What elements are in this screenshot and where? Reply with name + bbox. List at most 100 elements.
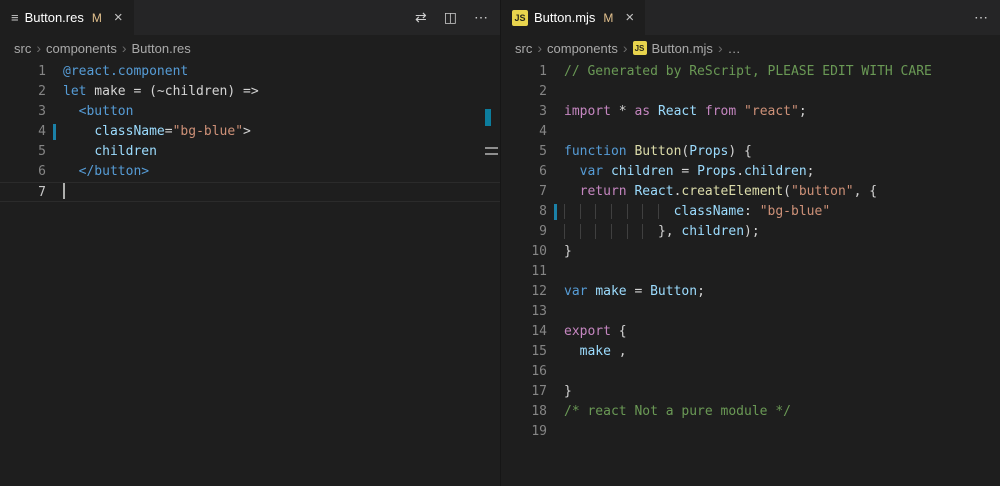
indent-guide (642, 224, 658, 239)
line-number[interactable]: 13 (501, 302, 547, 322)
indent-guide (564, 224, 580, 239)
breadcrumb-separator: › (718, 40, 723, 56)
line-number[interactable]: 16 (501, 362, 547, 382)
indent-guide (611, 224, 627, 239)
line-number[interactable]: 1 (0, 62, 46, 82)
code-line[interactable]: 13 (501, 302, 1000, 322)
breadcrumb-item[interactable]: src (14, 41, 31, 56)
close-icon[interactable]: × (114, 9, 123, 26)
code-line[interactable]: 19 (501, 422, 1000, 442)
line-number[interactable]: 17 (501, 382, 547, 402)
code-text: } (564, 242, 572, 262)
line-number[interactable]: 2 (501, 82, 547, 102)
code-line[interactable]: 7 (0, 182, 500, 202)
code-text: className: "bg-blue" (564, 202, 830, 222)
code-line[interactable]: 3import * as React from "react"; (501, 102, 1000, 122)
code-line[interactable]: 3 <button (0, 102, 500, 122)
editor-group-left: ≡ Button.res M × ⇄ ◫ ⋯ src›components›Bu… (0, 0, 500, 486)
tab-button-mjs[interactable]: JS Button.mjs M × (501, 0, 645, 35)
line-number[interactable]: 1 (501, 62, 547, 82)
breadcrumb-separator: › (623, 40, 628, 56)
code-line[interactable]: 15 make , (501, 342, 1000, 362)
tabbar-left: ≡ Button.res M × ⇄ ◫ ⋯ (0, 0, 500, 35)
line-number[interactable]: 6 (501, 162, 547, 182)
breadcrumb-item[interactable]: components (46, 41, 117, 56)
line-number[interactable]: 4 (501, 122, 547, 142)
line-number[interactable]: 5 (501, 142, 547, 162)
breadcrumb-item[interactable]: Button.mjs (652, 41, 713, 56)
line-number[interactable]: 2 (0, 82, 46, 102)
code-text: make , (564, 342, 627, 362)
editor-actions-left: ⇄ ◫ ⋯ (415, 0, 488, 35)
code-text: </button> (63, 162, 149, 182)
breadcrumb-separator: › (537, 40, 542, 56)
line-number[interactable]: 7 (0, 183, 46, 201)
code-line[interactable]: 5 children (0, 142, 500, 162)
code-line[interactable]: 17} (501, 382, 1000, 402)
breadcrumb-item[interactable]: … (728, 41, 741, 56)
line-number[interactable]: 11 (501, 262, 547, 282)
overview-ruler-mark (485, 147, 498, 149)
line-number[interactable]: 7 (501, 182, 547, 202)
split-editor-icon[interactable]: ◫ (444, 9, 457, 26)
code-line[interactable]: 7 return React.createElement("button", { (501, 182, 1000, 202)
git-modified-badge: M (603, 11, 613, 25)
code-line[interactable]: 2 (501, 82, 1000, 102)
close-icon[interactable]: × (625, 9, 634, 26)
breadcrumb-item[interactable]: Button.res (132, 41, 191, 56)
line-number[interactable]: 15 (501, 342, 547, 362)
code-line[interactable]: 4 className="bg-blue"> (0, 122, 500, 142)
indent-guide (658, 204, 674, 219)
line-number[interactable]: 6 (0, 162, 46, 182)
line-number[interactable]: 5 (0, 142, 46, 162)
open-changes-icon[interactable]: ⇄ (415, 9, 427, 26)
code-line[interactable]: 10} (501, 242, 1000, 262)
indent-guide (611, 204, 627, 219)
more-actions-icon[interactable]: ⋯ (974, 9, 988, 26)
code-line[interactable]: 2let make = (~children) => (0, 82, 500, 102)
line-number[interactable]: 3 (0, 102, 46, 122)
line-number[interactable]: 12 (501, 282, 547, 302)
line-number[interactable]: 14 (501, 322, 547, 342)
git-modified-badge: M (92, 11, 102, 25)
code-line[interactable]: 5function Button(Props) { (501, 142, 1000, 162)
code-line[interactable]: 1// Generated by ReScript, PLEASE EDIT W… (501, 62, 1000, 82)
code-line[interactable]: 4 (501, 122, 1000, 142)
code-line[interactable]: 9 }, children); (501, 222, 1000, 242)
tab-label: Button.mjs (534, 10, 595, 25)
editor-left[interactable]: 1 @react.component2let make = (~children)… (0, 61, 500, 486)
code-text: @react.component (63, 62, 188, 82)
code-line[interactable]: 6 var children = Props.children; (501, 162, 1000, 182)
code-line[interactable]: 6 </button> (0, 162, 500, 182)
breadcrumb-item[interactable]: components (547, 41, 618, 56)
tabbar-right: JS Button.mjs M × ⋯ (501, 0, 1000, 35)
code-line[interactable]: 12var make = Button; (501, 282, 1000, 302)
code-area-right: 1// Generated by ReScript, PLEASE EDIT W… (501, 62, 1000, 442)
code-area-left: 1 @react.component2let make = (~children)… (0, 62, 500, 202)
code-text: var children = Props.children; (564, 162, 815, 182)
breadcrumb-item[interactable]: src (515, 41, 532, 56)
tab-button-res[interactable]: ≡ Button.res M × (0, 0, 134, 35)
code-line[interactable]: 14export { (501, 322, 1000, 342)
line-number[interactable]: 4 (0, 122, 46, 142)
indent-guide (595, 204, 611, 219)
line-number[interactable]: 9 (501, 222, 547, 242)
editor-right[interactable]: 1// Generated by ReScript, PLEASE EDIT W… (501, 61, 1000, 486)
code-line[interactable]: 1 @react.component (0, 62, 500, 82)
line-number[interactable]: 3 (501, 102, 547, 122)
more-actions-icon[interactable]: ⋯ (474, 9, 488, 26)
line-number[interactable]: 10 (501, 242, 547, 262)
editor-workbench: ≡ Button.res M × ⇄ ◫ ⋯ src › components › Bu… (0, 0, 1000, 486)
line-number[interactable]: 8 (501, 202, 547, 222)
editor-sash[interactable] (499, 0, 502, 486)
code-line[interactable]: 8 className: "bg-blue" (501, 202, 1000, 222)
indent-guide (580, 204, 596, 219)
overview-ruler-modified[interactable] (485, 109, 491, 126)
code-line[interactable]: 16 (501, 362, 1000, 382)
js-file-icon: JS (633, 41, 647, 55)
line-number[interactable]: 19 (501, 422, 547, 442)
line-number[interactable]: 18 (501, 402, 547, 422)
code-line[interactable]: 18/* react Not a pure module */ (501, 402, 1000, 422)
code-text: <button (63, 102, 133, 122)
code-line[interactable]: 11 (501, 262, 1000, 282)
